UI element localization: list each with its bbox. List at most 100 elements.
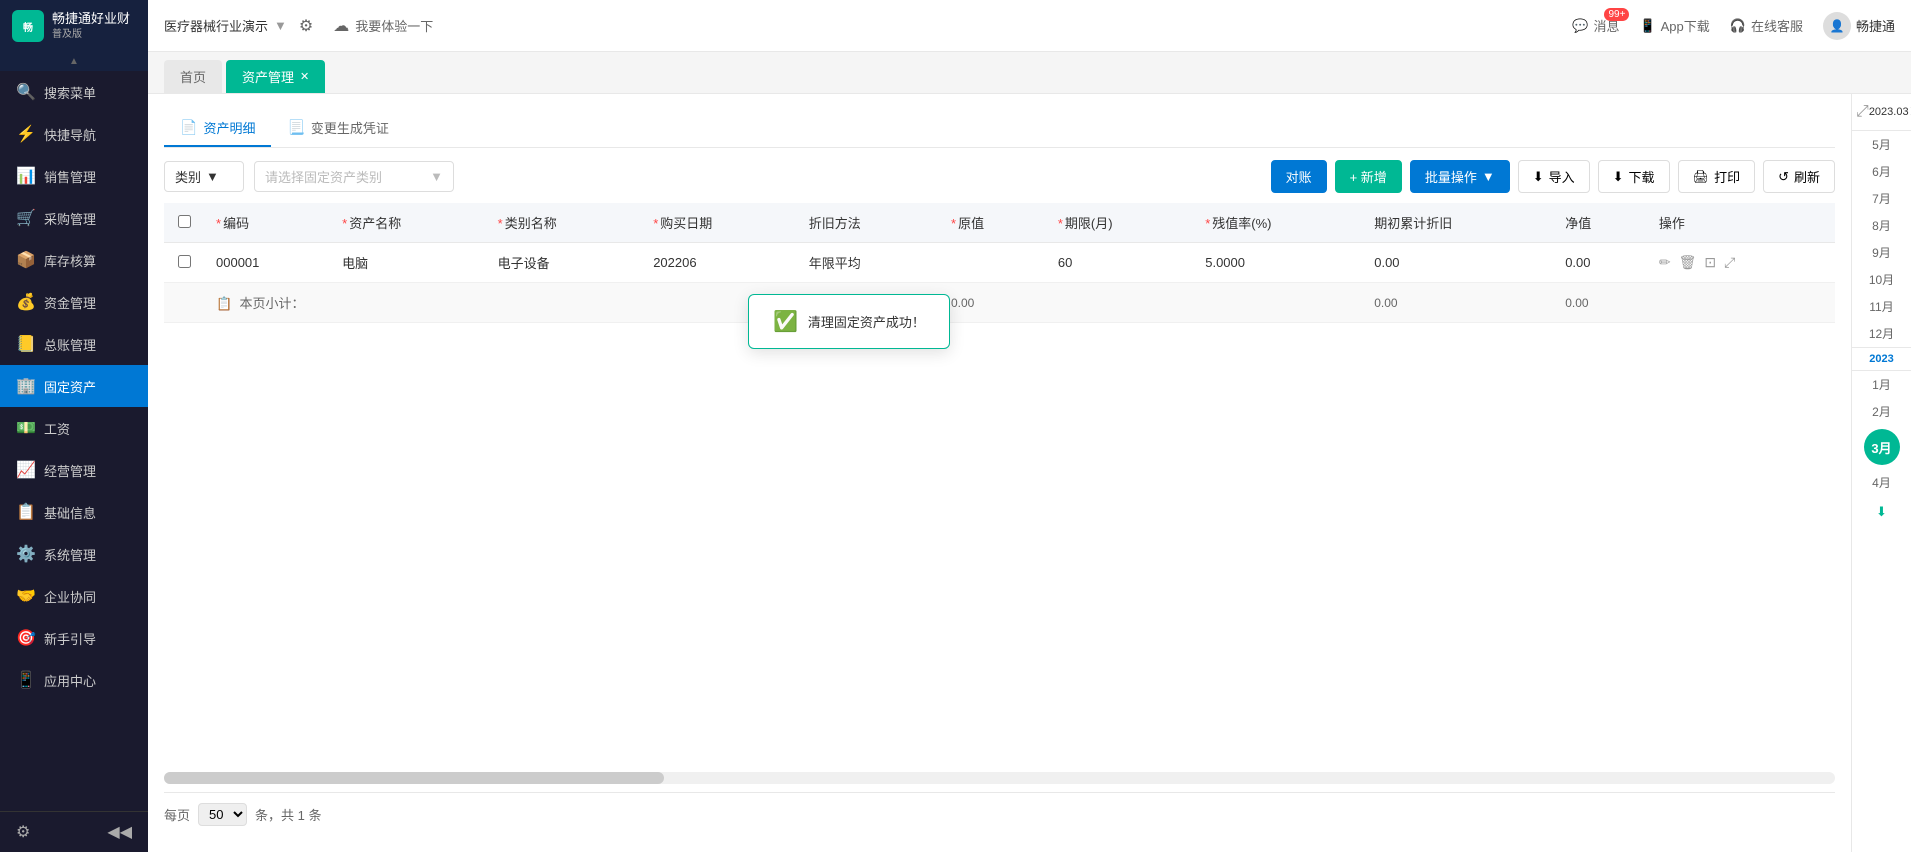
expand-panel-button[interactable]: ⤢ [1856,103,1869,121]
reconcile-button[interactable]: 对账 [1271,160,1327,193]
success-icon: ✅ [773,309,798,334]
month-2[interactable]: 2月 [1852,398,1911,425]
sidebar-item-ledger[interactable]: 📒 总账管理 [0,323,148,365]
topbar-settings-icon[interactable]: ⚙ [299,16,313,36]
sidebar-item-quicknav[interactable]: ⚡ 快捷导航 [0,113,148,155]
category-input-arrow: ▼ [430,169,443,184]
col-residual: *残值率(%) [1193,203,1362,243]
sidebar-item-guide[interactable]: 🎯 新手引导 [0,617,148,659]
month-9[interactable]: 9月 [1852,239,1911,266]
col-original: *原值 [939,203,1046,243]
success-popup: ✅ 清理固定资产成功！ [748,294,950,349]
subtab-voucher[interactable]: 📃 变更生成凭证 [271,110,404,147]
cell-category: 电子设备 [486,243,642,283]
month-3-current[interactable]: 3月 [1864,429,1900,465]
sidebar-item-ops[interactable]: 📈 经营管理 [0,449,148,491]
apps-icon: 📱 [16,670,36,690]
row-checkbox[interactable] [178,255,191,268]
subtab-voucher-icon: 📃 [287,119,304,136]
select-all-header[interactable] [164,203,204,243]
avatar: 👤 [1823,12,1851,40]
edit-icon[interactable]: ✏ [1659,254,1671,271]
col-accumulated: 期初累计折旧 [1362,203,1553,243]
batch-ops-button[interactable]: 批量操作 ▼ [1410,160,1510,193]
col-name: *资产名称 [330,203,486,243]
sidebar-item-system[interactable]: ⚙️ 系统管理 [0,533,148,575]
refresh-icon: ↺ [1778,169,1789,185]
category-input[interactable]: 请选择固定资产类别 ▼ [254,161,454,192]
download-button[interactable]: ⬇ 下载 [1598,160,1670,193]
user-menu[interactable]: 👤 畅捷通 [1823,12,1895,40]
logo-sub: 普及版 [52,28,130,41]
subtotal-actions [1647,283,1835,323]
horizontal-scrollbar[interactable] [164,772,1835,784]
logo-text: 畅捷通好业财 普及版 [52,11,130,41]
topbar-experience[interactable]: ☁ 我要体验一下 [333,16,433,36]
search-icon: 🔍 [16,82,36,102]
subtab-voucher-label: 变更生成凭证 [311,118,389,137]
new-button[interactable]: + 新增 [1335,160,1402,193]
download-icon: ⬇ [1613,169,1624,185]
sidebar-item-collab[interactable]: 🤝 企业协同 [0,575,148,617]
refresh-button[interactable]: ↺ 刷新 [1763,160,1835,193]
tab-home[interactable]: 首页 [164,60,222,93]
toolbar: 类别 ▼ 请选择固定资产类别 ▼ 对账 + 新增 批量操作 ▼ ⬇ [164,160,1835,193]
month-6[interactable]: 6月 [1852,158,1911,185]
app-download-button[interactable]: 📱 App下载 [1639,16,1709,35]
sidebar-item-inventory[interactable]: 📦 库存核算 [0,239,148,281]
delete-icon[interactable]: 🗑 [1679,254,1697,271]
cell-code: 000001 [204,243,330,283]
sales-icon: 📊 [16,166,36,186]
month-11[interactable]: 11月 [1852,293,1911,320]
sidebar-item-funds[interactable]: 💰 资金管理 [0,281,148,323]
settings-icon[interactable]: ⚙ [16,822,30,842]
subtotal-period [1046,283,1193,323]
tab-assets-close-icon[interactable]: ✕ [300,70,309,83]
sidebar-item-sales[interactable]: 📊 销售管理 [0,155,148,197]
sidebar-item-label: 总账管理 [44,335,96,354]
purchase-icon: 🛒 [16,208,36,228]
subtab-detail-label: 资产明细 [203,118,255,137]
tab-assets[interactable]: 资产管理 ✕ [226,60,325,93]
per-page-select[interactable]: 50 [198,803,247,826]
month-4[interactable]: 4月 [1852,469,1911,496]
subtab-detail[interactable]: 📄 资产明细 [164,110,271,147]
month-7[interactable]: 7月 [1852,185,1911,212]
month-5[interactable]: 5月 [1852,131,1911,158]
month-1[interactable]: 1月 [1852,371,1911,398]
sidebar-item-apps[interactable]: 📱 应用中心 [0,659,148,701]
service-button[interactable]: 🎧 在线客服 [1730,16,1803,35]
month-10[interactable]: 10月 [1852,266,1911,293]
collab-icon: 🤝 [16,586,36,606]
sidebar-item-fixed[interactable]: 🏢 固定资产 [0,365,148,407]
month-8[interactable]: 8月 [1852,212,1911,239]
scrollbar-thumb[interactable] [164,772,664,784]
category-filter[interactable]: 类别 ▼ [164,161,244,192]
topbar-company[interactable]: 医疗器械行业演示 ▼ [164,16,287,35]
sidebar-scroll-up[interactable]: ▲ [0,52,148,71]
table-wrapper: *编码 *资产名称 *类别名称 *购买日期 折旧方法 *原值 *期限(月) *残… [164,203,1835,772]
sidebar-item-search[interactable]: 🔍 搜索菜单 [0,71,148,113]
collapse-icon[interactable]: ◀◀ [107,822,132,842]
more-icon[interactable]: ⤢ [1724,254,1735,271]
month-12[interactable]: 12月 [1852,320,1911,347]
row-checkbox-cell[interactable] [164,243,204,283]
import-button[interactable]: ⬇ 导入 [1518,160,1590,193]
sidebar-item-salary[interactable]: 💵 工资 [0,407,148,449]
msg-badge: 99+ [1604,8,1629,21]
sidebar-item-label: 工资 [44,419,70,438]
select-all-checkbox[interactable] [178,215,191,228]
right-panel-down-button[interactable]: ⬇ [1852,496,1911,528]
subtotal-residual [1193,283,1362,323]
system-icon: ⚙️ [16,544,36,564]
copy-icon[interactable]: ⊡ [1704,254,1716,271]
cell-net: 0.00 [1553,243,1647,283]
tab-assets-label: 资产管理 [242,67,294,86]
msg-button[interactable]: 💬 消息 99+ [1572,16,1619,35]
sidebar-item-basic[interactable]: 📋 基础信息 [0,491,148,533]
sidebar-item-purchase[interactable]: 🛒 采购管理 [0,197,148,239]
sidebar: 畅 畅捷通好业财 普及版 ▲ 🔍 搜索菜单 ⚡ 快捷导航 📊 销售管理 🛒 采购… [0,0,148,852]
print-button[interactable]: 🖨 打印 [1678,160,1756,193]
experience-label: 我要体验一下 [355,16,433,35]
refresh-label: 刷新 [1794,167,1820,186]
